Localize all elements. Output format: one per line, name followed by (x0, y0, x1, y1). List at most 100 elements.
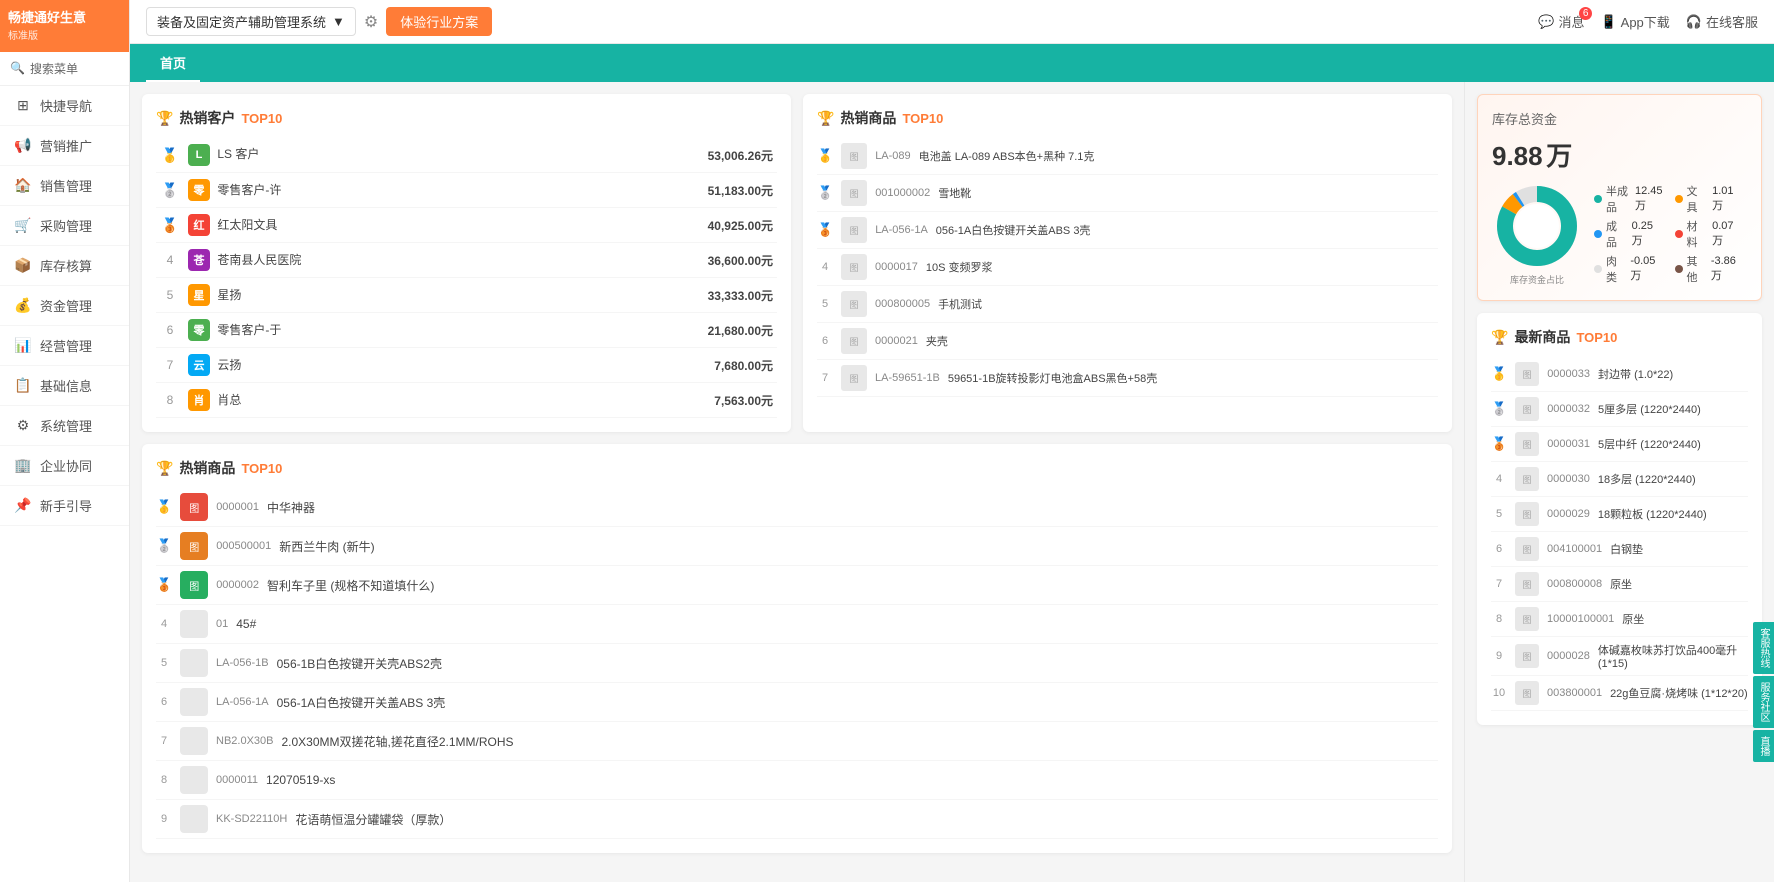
sidebar-item-guide[interactable]: 📌 新手引导 (0, 486, 129, 526)
sidebar-item-sales[interactable]: 🏠 销售管理 (0, 166, 129, 206)
system-selector[interactable]: 装备及固定资产辅助管理系统 ▼ (146, 7, 356, 36)
sidebar-item-quick-nav[interactable]: ⊞ 快捷导航 (0, 86, 129, 126)
main: 装备及固定资产辅助管理系统 ▼ ⚙ 体验行业方案 💬 消息 6 📱 App下载 … (130, 0, 1774, 882)
sidebar-item-label: 新手引导 (40, 496, 92, 515)
phone-icon: 📱 (1600, 14, 1616, 30)
legend-dot (1675, 195, 1683, 203)
list-item: 9 图 0000028 体碱嘉枚味苏打饮品400毫升 (1*15) (1491, 637, 1748, 676)
logo-title: 畅捷通好生意 (8, 10, 86, 27)
sidebar-item-enterprise[interactable]: 🏢 企业协同 (0, 446, 129, 486)
sidebar-item-label: 快捷导航 (40, 96, 92, 115)
home-icon: ⊞ (14, 97, 32, 114)
online-service-label: 在线客服 (1706, 12, 1758, 31)
rank-cell: 8 (156, 383, 184, 418)
tab-home[interactable]: 首页 (146, 45, 200, 82)
inventory-total-card: 库存总资金 9.88 万 (1477, 94, 1762, 301)
customer-amount-cell: 40,925.00元 (554, 208, 778, 243)
list-item: 6 LA-056-1A 056-1A白色按键开关盖ABS 3壳 (156, 683, 1438, 722)
inventory-title: 库存总资金 (1492, 109, 1557, 128)
sidebar-item-inventory[interactable]: 📦 库存核算 (0, 246, 129, 286)
customer-top10-card: 🏆 热销客户 TOP10 🥇 L LS 客户 53,006.26元 🥈 零 零售… (142, 94, 791, 432)
chevron-down-icon: ▼ (332, 14, 345, 29)
right-panel: 库存总资金 9.88 万 (1464, 82, 1774, 882)
list-item: 5 LA-056-1B 056-1B白色按键开关壳ABS2壳 (156, 644, 1438, 683)
app-download-button[interactable]: 📱 App下载 (1600, 12, 1669, 31)
donut-label: 库存资金占比 (1510, 273, 1564, 286)
customer-name-cell: 零 零售客户-许 (184, 173, 554, 208)
list-item: 4 图 0000030 18多层 (1220*2440) (1491, 462, 1748, 497)
rank-cell: 7 (156, 348, 184, 383)
list-item: 🥈 图 0000032 5厘多层 (1220*2440) (1491, 392, 1748, 427)
legend-item: 材料 0.07 万 (1675, 218, 1748, 250)
customer-list: 🥇 L LS 客户 53,006.26元 🥈 零 零售客户-许 51,183.0… (156, 138, 777, 418)
product-img: 图 (841, 365, 867, 391)
settings-icon[interactable]: ⚙ (364, 12, 378, 32)
product-img: 图 (841, 180, 867, 206)
inventory-unit: 万 (1546, 141, 1572, 171)
list-item: 🥇 图 0000001 中华神器 (156, 488, 1438, 527)
table-row: 🥇 L LS 客户 53,006.26元 (156, 138, 777, 173)
try-button[interactable]: 体验行业方案 (386, 7, 492, 36)
trophy-icon-2: 🏆 (817, 110, 834, 127)
sidebar-item-marketing[interactable]: 📢 营销推广 (0, 126, 129, 166)
product-img: 图 (1515, 502, 1539, 526)
search-menu[interactable]: 🔍 搜索菜单 (0, 52, 129, 86)
hot-products-title: 🏆 热销商品 TOP10 (156, 458, 1438, 478)
float-service-hotline[interactable]: 客服热线 (1753, 622, 1774, 674)
app-download-label: App下载 (1621, 12, 1670, 31)
product-img: 图 (180, 532, 208, 560)
legend-item: 半成品 12.45 万 (1594, 183, 1667, 215)
system-name: 装备及固定资产辅助管理系统 (157, 12, 326, 31)
table-row: 4 苍 苍南县人民医院 36,600.00元 (156, 243, 777, 278)
table-row: 6 零 零售客户-于 21,680.00元 (156, 313, 777, 348)
sidebar-item-basic[interactable]: 📋 基础信息 (0, 366, 129, 406)
sidebar-item-system[interactable]: ⚙ 系统管理 (0, 406, 129, 446)
header-right: 💬 消息 6 📱 App下载 🎧 在线客服 (1538, 12, 1758, 31)
sidebar-item-purchase[interactable]: 🛒 采购管理 (0, 206, 129, 246)
list-item: 🥉 图 LA-056-1A 056-1A白色按键开关盖ABS 3壳 (817, 212, 1438, 249)
rank-cell: 4 (156, 243, 184, 278)
customer-name-cell: L LS 客户 (184, 138, 554, 173)
customer-name-cell: 苍 苍南县人民医院 (184, 243, 554, 278)
sidebar-item-label: 企业协同 (40, 456, 92, 475)
online-service-button[interactable]: 🎧 在线客服 (1686, 12, 1758, 31)
sidebar-item-operation[interactable]: 📊 经营管理 (0, 326, 129, 366)
legend-item: 成品 0.25 万 (1594, 218, 1667, 250)
rank-cell: 🥉 (156, 208, 184, 243)
building-icon: 🏢 (14, 457, 32, 474)
float-service-live[interactable]: 直播 (1753, 730, 1774, 762)
float-service-community[interactable]: 服务社区 (1753, 676, 1774, 728)
sidebar-item-label: 资金管理 (40, 296, 92, 315)
list-item: 5 图 0000029 18颗粒板 (1220*2440) (1491, 497, 1748, 532)
sidebar-item-finance[interactable]: 💰 资金管理 (0, 286, 129, 326)
donut-chart (1492, 181, 1582, 271)
trophy-icon-4: 🏆 (1491, 329, 1508, 346)
table-row: 8 肖 肖总 7,563.00元 (156, 383, 777, 418)
product-img: 图 (1515, 537, 1539, 561)
product-img: 图 (841, 217, 867, 243)
sidebar-item-label: 基础信息 (40, 376, 92, 395)
cart-icon: 🛒 (14, 217, 32, 234)
list-item: 6 图 004100001 白钢垫 (1491, 532, 1748, 567)
product-img (180, 766, 208, 794)
hot-products-right-card: 🏆 热销商品 TOP10 🥇 图 LA-089 电池盖 LA-089 ABS本色… (803, 94, 1452, 432)
product-img: 图 (1515, 607, 1539, 631)
list-item: 8 图 10000100001 原坐 (1491, 602, 1748, 637)
message-button[interactable]: 💬 消息 6 (1538, 12, 1584, 31)
new-products-title: 🏆 最新商品 TOP10 (1491, 327, 1748, 347)
product-img: 图 (1515, 467, 1539, 491)
list-item: 🥉 图 0000002 智利车子里 (规格不知道填什么) (156, 566, 1438, 605)
customer-name-cell: 星 星扬 (184, 278, 554, 313)
search-menu-label: 搜索菜单 (30, 60, 78, 77)
customer-name-cell: 零 零售客户-于 (184, 313, 554, 348)
sales-icon: 🏠 (14, 177, 32, 194)
product-img: 图 (1515, 572, 1539, 596)
product-img (180, 649, 208, 677)
sidebar-item-label: 库存核算 (40, 256, 92, 275)
hot-products-list: 🥇 图 0000001 中华神器 🥈 图 000500001 新西兰牛肉 (新牛… (156, 488, 1438, 839)
chart-icon: 📊 (14, 337, 32, 354)
float-service: 客服热线 服务社区 直播 (1753, 622, 1774, 762)
customer-amount-cell: 36,600.00元 (554, 243, 778, 278)
headset-icon: 🎧 (1686, 14, 1702, 30)
customer-amount-cell: 7,563.00元 (554, 383, 778, 418)
